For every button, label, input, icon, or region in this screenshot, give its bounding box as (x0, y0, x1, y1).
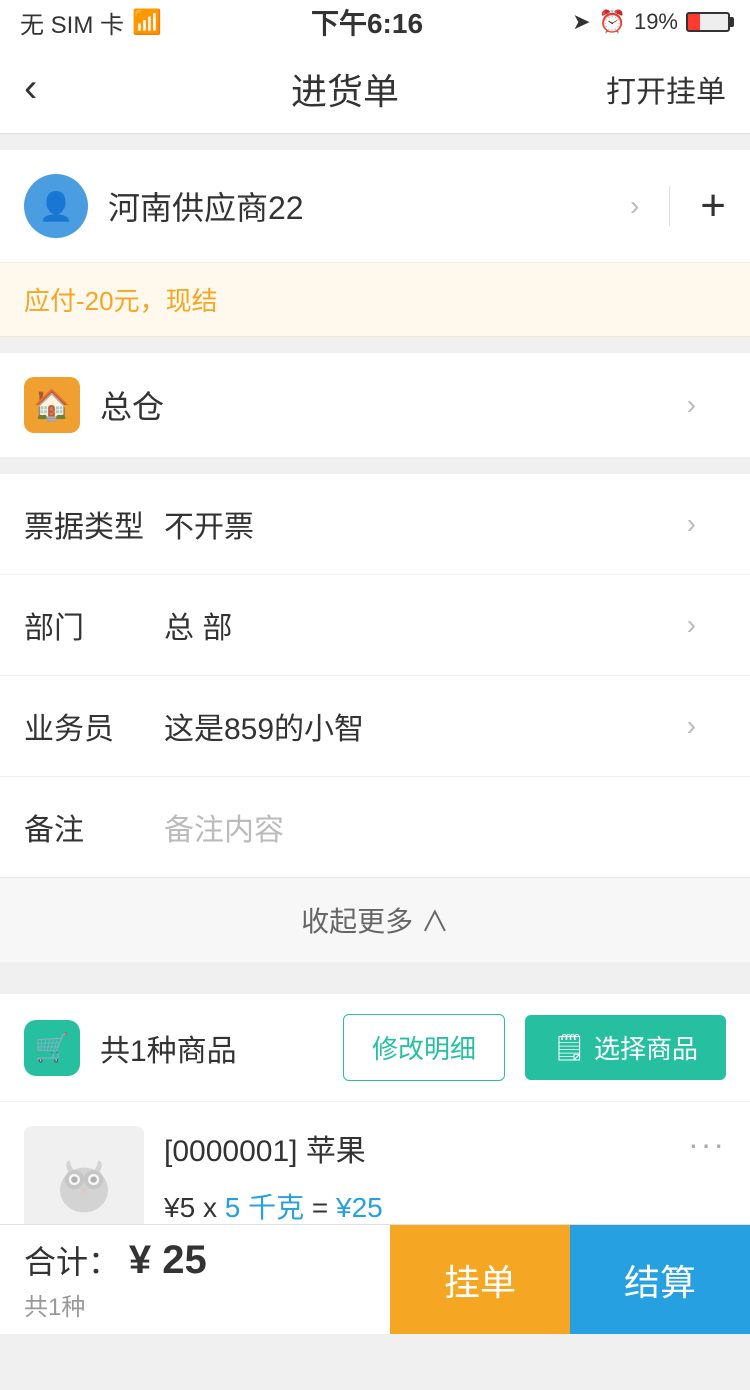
invoice-label: 票据类型 (24, 502, 164, 546)
back-button[interactable]: ‹ (24, 66, 84, 111)
product-info: [0000001] 苹果 ¥5 x 5 千克 = ¥25 (164, 1126, 668, 1226)
status-time: 下午6:16 (311, 2, 423, 42)
salesman-row[interactable]: 业务员 这是859的小智 › (0, 675, 750, 776)
bottom-bar: 合计： ¥ 25 共1种 挂单 结算 (0, 1224, 750, 1334)
modify-detail-button[interactable]: 修改明细 (343, 1014, 505, 1081)
quantity-value: 5 (225, 1192, 241, 1223)
remark-label: 备注 (24, 805, 164, 849)
warehouse-row[interactable]: 🏠 总仓 › (0, 353, 750, 457)
invoice-chevron-icon: › (687, 508, 696, 540)
pending-button[interactable]: 挂单 (390, 1225, 570, 1334)
supplier-divider (669, 186, 670, 226)
total-value: ¥25 (336, 1192, 383, 1223)
avatar-icon: 👤 (39, 190, 74, 223)
status-bar: 无 SIM 卡 📶 下午6:16 ➤ ⏰ 19% (0, 0, 750, 44)
product-price: ¥5 x 5 千克 = ¥25 (164, 1186, 668, 1226)
divider-2 (0, 337, 750, 353)
supplier-row[interactable]: 👤 河南供应商22 › + (0, 150, 750, 263)
warehouse-chevron-icon: › (687, 389, 696, 421)
status-left: 无 SIM 卡 📶 (20, 5, 162, 40)
select-label: 选择商品 (594, 1029, 698, 1066)
alarm-icon: ⏰ (599, 9, 626, 35)
department-value: 总 部 (164, 603, 687, 647)
invoice-row[interactable]: 票据类型 不开票 › (0, 473, 750, 574)
warehouse-section[interactable]: 🏠 总仓 › (0, 353, 750, 457)
notice-bar: 应付-20元，现结 (0, 263, 750, 337)
remark-input[interactable]: 备注内容 (164, 805, 726, 849)
total-label: 合计： (24, 1244, 120, 1280)
product-name: [0000001] 苹果 (164, 1126, 668, 1170)
department-label: 部门 (24, 603, 164, 647)
location-icon: ➤ (572, 9, 590, 35)
products-count: 共1种商品 (100, 1026, 323, 1070)
price-value: ¥5 (164, 1192, 195, 1223)
status-right: ➤ ⏰ 19% (572, 9, 730, 35)
divider-1 (0, 134, 750, 150)
product-code: [0000001] (164, 1135, 297, 1168)
supplier-name: 河南供应商22 (108, 183, 630, 229)
add-supplier-button[interactable]: + (700, 184, 726, 228)
cart-icon: 🛒 (35, 1031, 70, 1064)
divider-3 (0, 457, 750, 473)
remark-row[interactable]: 备注 备注内容 (0, 776, 750, 877)
salesman-label: 业务员 (24, 704, 164, 748)
battery-icon (686, 12, 730, 32)
products-header: 🛒 共1种商品 修改明细 🗒 选择商品 (0, 994, 750, 1101)
divider-4 (0, 962, 750, 978)
department-chevron-icon: › (687, 609, 696, 641)
wifi-icon: 📶 (132, 8, 162, 37)
product-more-button[interactable]: ··· (688, 1126, 726, 1163)
unit-value: 千克 (248, 1192, 304, 1223)
product-title: 苹果 (306, 1135, 366, 1168)
open-pending-button[interactable]: 打开挂单 (606, 67, 726, 111)
total-sub: 共1种 (24, 1287, 366, 1322)
collapse-bar[interactable]: 收起更多 ∧ (0, 877, 750, 962)
supplier-avatar: 👤 (24, 174, 88, 238)
department-row[interactable]: 部门 总 部 › (0, 574, 750, 675)
supplier-section: 👤 河南供应商22 › + 应付-20元，现结 (0, 150, 750, 337)
supplier-chevron-icon: › (630, 190, 639, 222)
invoice-value: 不开票 (164, 502, 687, 546)
products-icon: 🛒 (24, 1020, 80, 1076)
total-main: 合计： ¥ 25 (24, 1237, 366, 1283)
salesman-chevron-icon: › (687, 710, 696, 742)
price-multiply: x (203, 1192, 225, 1223)
warehouse-icon: 🏠 (24, 377, 80, 433)
salesman-value: 这是859的小智 (164, 704, 687, 748)
checkout-button[interactable]: 结算 (570, 1225, 750, 1334)
battery-label: 19% (634, 9, 678, 35)
warehouse-name: 总仓 (100, 382, 687, 428)
carrier-label: 无 SIM 卡 (20, 5, 124, 40)
product-owl-icon (44, 1146, 124, 1226)
page-title: 进货单 (84, 63, 606, 115)
select-icon: 🗒 (553, 1032, 586, 1063)
select-product-button[interactable]: 🗒 选择商品 (525, 1015, 726, 1080)
nav-bar: ‹ 进货单 打开挂单 (0, 44, 750, 134)
total-amount: ¥ 25 (129, 1238, 207, 1282)
form-section: 票据类型 不开票 › 部门 总 部 › 业务员 这是859的小智 › 备注 备注… (0, 473, 750, 877)
price-equals: = (312, 1192, 336, 1223)
total-area: 合计： ¥ 25 共1种 (0, 1225, 390, 1334)
